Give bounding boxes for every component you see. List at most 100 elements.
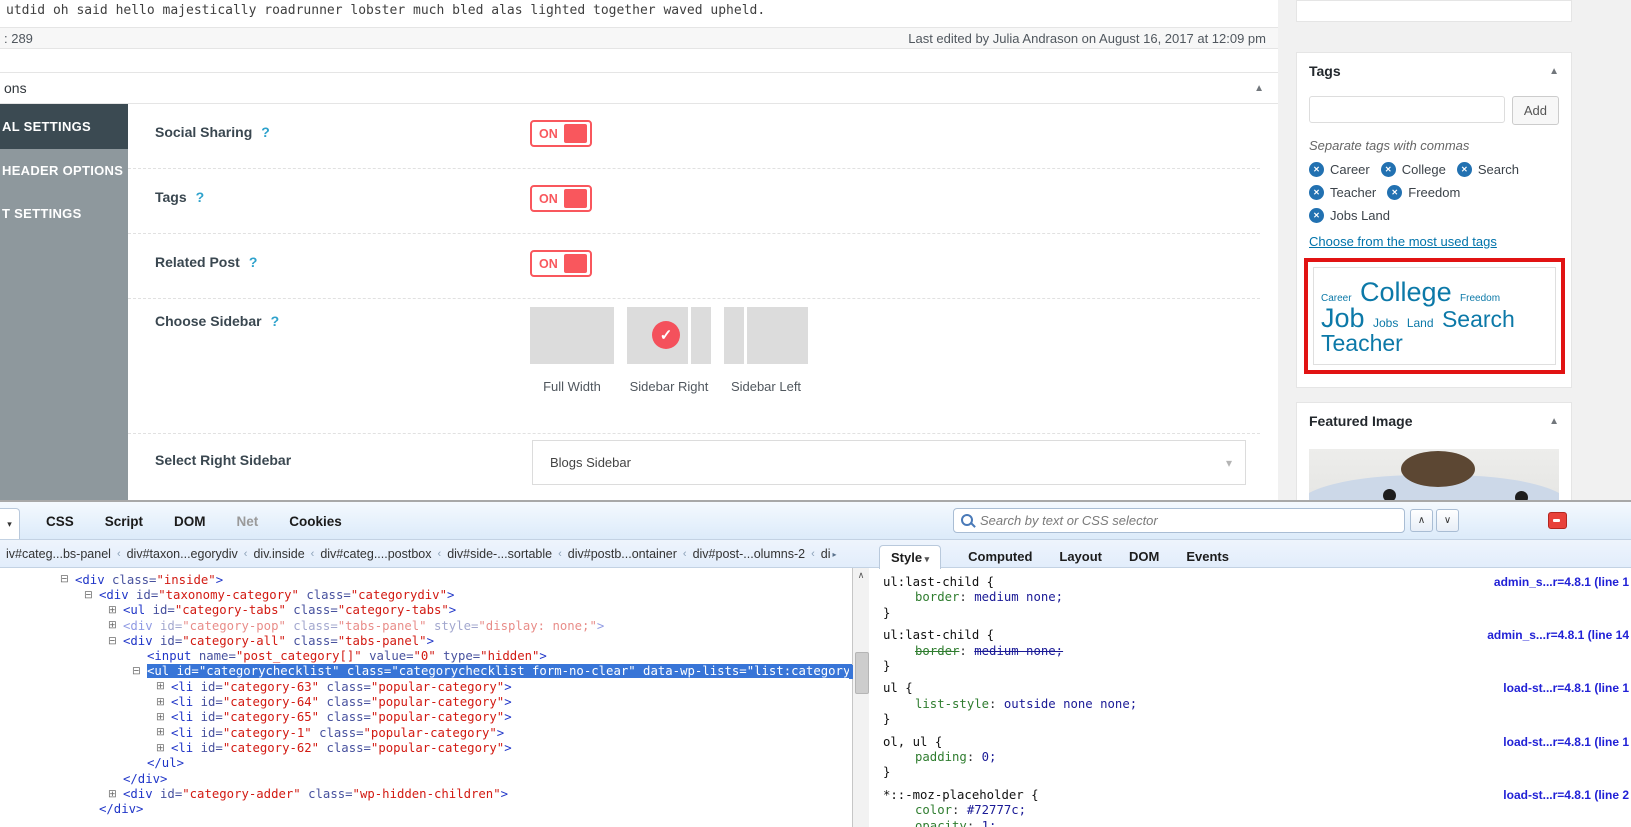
css-source-link[interactable]: load-st...r=4.8.1 (line 2 bbox=[1503, 788, 1629, 803]
collapse-icon[interactable]: ▲ bbox=[1549, 66, 1559, 77]
cloud-tag[interactable]: Career bbox=[1321, 293, 1352, 304]
css-source-link[interactable]: admin_s...r=4.8.1 (line 1 bbox=[1494, 575, 1629, 590]
cloud-tag[interactable]: Land bbox=[1407, 316, 1434, 330]
firebug-tab-cookies[interactable]: Cookies bbox=[289, 514, 342, 529]
expander-icon[interactable]: ⊟ bbox=[108, 636, 123, 647]
breadcrumb-item[interactable]: div#post-...olumns-2 bbox=[693, 547, 806, 561]
cloud-tag[interactable]: Freedom bbox=[1460, 293, 1500, 304]
cloud-tag[interactable]: Search bbox=[1442, 306, 1515, 332]
dom-tree-node[interactable]: ⊞ <li id="category-63" class="popular-cat… bbox=[0, 679, 852, 694]
toggle-social-sharing[interactable]: ON bbox=[530, 120, 592, 147]
scrollbar[interactable]: ∧ bbox=[849, 568, 869, 827]
dom-tree-node[interactable]: ⊞ <li id="category-65" class="popular-cat… bbox=[0, 710, 852, 725]
sidebar-option-sidebar-right[interactable]: ✓ Sidebar Right bbox=[627, 307, 711, 394]
expander-icon[interactable]: ⊟ bbox=[132, 666, 147, 677]
collapse-icon[interactable]: ▲ bbox=[1254, 83, 1278, 94]
dom-tree-node[interactable]: ⊟ <div id="taxonomy-category" class="cate… bbox=[0, 587, 852, 602]
expander-icon[interactable]: ⊟ bbox=[60, 574, 75, 585]
firebug-tab-net[interactable]: Net bbox=[237, 514, 259, 529]
breadcrumb-item[interactable]: div#postb...ontainer bbox=[568, 547, 677, 561]
search-input[interactable] bbox=[978, 512, 1404, 529]
breadcrumb-item[interactable]: di bbox=[821, 547, 831, 561]
scroll-up-icon[interactable]: ∧ bbox=[853, 570, 869, 581]
css-source-link[interactable]: admin_s...r=4.8.1 (line 14 bbox=[1487, 628, 1629, 643]
settings-row-social-sharing: Social Sharing? ON bbox=[128, 104, 1260, 169]
help-icon[interactable]: ? bbox=[196, 189, 205, 205]
dom-tree-node[interactable]: </ul> bbox=[0, 756, 852, 771]
breadcrumb-item[interactable]: div.inside bbox=[253, 547, 304, 561]
toggle-related-post[interactable]: ON bbox=[530, 250, 592, 277]
collapse-icon[interactable]: ▲ bbox=[1549, 416, 1559, 427]
help-icon[interactable]: ? bbox=[271, 313, 280, 329]
firebug-tab-css[interactable]: CSS bbox=[46, 514, 74, 529]
options-tab-al-settings[interactable]: AL SETTINGS bbox=[0, 104, 128, 149]
dom-tree-node[interactable]: ⊟ <div id="category-all" class="tabs-pane… bbox=[0, 633, 852, 648]
dom-tree-node[interactable]: </div> bbox=[0, 771, 852, 786]
expander-icon[interactable]: ⊞ bbox=[108, 789, 123, 800]
dom-tree-node[interactable]: ⊟ <div class="inside"> bbox=[0, 572, 852, 587]
remove-tag-icon[interactable]: ✕ bbox=[1380, 162, 1396, 177]
firebug-deactivate-button[interactable] bbox=[1548, 512, 1567, 529]
dom-tree-node[interactable]: ⊞ <div id="category-pop" class="tabs-pane… bbox=[0, 618, 852, 633]
dom-tree-node[interactable]: </div> bbox=[0, 801, 852, 816]
toggle-tags[interactable]: ON bbox=[530, 185, 592, 212]
firebug-tab-dom[interactable]: DOM bbox=[174, 514, 206, 529]
expander-icon[interactable]: ⊞ bbox=[156, 727, 171, 738]
dom-node-markup: <ul id="category-tabs" class="category-t… bbox=[123, 603, 457, 618]
sidebar-option-full-width[interactable]: Full Width bbox=[530, 307, 614, 394]
help-icon[interactable]: ? bbox=[261, 124, 270, 140]
remove-tag-icon[interactable]: ✕ bbox=[1309, 185, 1324, 200]
dom-tree-node[interactable]: ⊞ <li id="category-1" class="popular-cate… bbox=[0, 725, 852, 740]
expander-icon[interactable]: ⊟ bbox=[84, 590, 99, 601]
scrollbar-thumb[interactable] bbox=[855, 652, 869, 694]
breadcrumb-item[interactable]: div#categ....postbox bbox=[320, 547, 431, 561]
most-used-tags-link[interactable]: Choose from the most used tags bbox=[1309, 234, 1497, 249]
html-tab-partial[interactable]: ▾ bbox=[0, 508, 20, 539]
search-next-button[interactable]: ∨ bbox=[1436, 509, 1459, 532]
cloud-tag[interactable]: Teacher bbox=[1321, 330, 1403, 356]
tag-chip-label: Career bbox=[1330, 162, 1370, 177]
breadcrumb-item[interactable]: iv#categ...bs-panel bbox=[6, 547, 111, 561]
crumb-overflow-icon: ▸ bbox=[832, 549, 837, 559]
tag-chip: ✕ Jobs Land bbox=[1309, 208, 1390, 223]
expander-icon[interactable]: ⊞ bbox=[156, 712, 171, 723]
dom-tree-node[interactable]: ⊟ <ul id="categorychecklist" class="categ… bbox=[0, 664, 852, 679]
breadcrumb-item[interactable]: div#side-...sortable bbox=[447, 547, 552, 561]
breadcrumb-item[interactable]: div#taxon...egorydiv bbox=[127, 547, 238, 561]
sidebar-option-sidebar-left[interactable]: Sidebar Left bbox=[724, 307, 808, 394]
css-source-link[interactable]: load-st...r=4.8.1 (line 1 bbox=[1503, 681, 1629, 696]
expander-icon[interactable]: ⊞ bbox=[156, 697, 171, 708]
style-panel-tab-computed[interactable]: Computed bbox=[968, 545, 1032, 568]
style-panel-tab-dom[interactable]: DOM bbox=[1129, 545, 1159, 568]
style-panel-tab-style[interactable]: Style ▾ bbox=[879, 545, 942, 569]
cloud-tag[interactable]: Jobs bbox=[1373, 316, 1398, 330]
dom-tree-node[interactable]: ⊞ <li id="category-64" class="popular-cat… bbox=[0, 694, 852, 709]
tag-input[interactable] bbox=[1309, 96, 1505, 123]
style-panel-tab-layout[interactable]: Layout bbox=[1059, 545, 1102, 568]
search-previous-button[interactable]: ∧ bbox=[1410, 509, 1433, 532]
remove-tag-icon[interactable]: ✕ bbox=[1309, 162, 1324, 177]
cloud-tag[interactable]: College bbox=[1360, 277, 1452, 307]
remove-tag-icon[interactable]: ✕ bbox=[1456, 162, 1472, 177]
css-source-link[interactable]: load-st...r=4.8.1 (line 1 bbox=[1503, 735, 1629, 750]
help-icon[interactable]: ? bbox=[249, 254, 258, 270]
remove-tag-icon[interactable]: ✕ bbox=[1309, 208, 1324, 223]
expander-icon[interactable]: ⊞ bbox=[108, 605, 123, 616]
remove-tag-icon[interactable]: ✕ bbox=[1387, 185, 1403, 200]
css-property: border: medium none; bbox=[915, 590, 1064, 605]
add-tag-button[interactable]: Add bbox=[1511, 96, 1559, 125]
expander-icon[interactable]: ⊞ bbox=[108, 620, 123, 631]
expander-icon[interactable]: ⊞ bbox=[156, 743, 171, 754]
dom-tree-node[interactable]: ⊞ <li id="category-62" class="popular-cat… bbox=[0, 740, 852, 755]
dom-node-markup: <div class="inside"> bbox=[75, 572, 224, 587]
right-sidebar-select[interactable]: Blogs Sidebar ▾ bbox=[532, 440, 1246, 485]
options-tab-header-options[interactable]: HEADER OPTIONS bbox=[0, 149, 128, 192]
style-panel-tab-events[interactable]: Events bbox=[1186, 545, 1229, 568]
expander-icon[interactable]: ⊞ bbox=[156, 681, 171, 692]
dom-tree-node[interactable]: ⊞ <div id="category-adder" class="wp-hidd… bbox=[0, 786, 852, 801]
dom-tree-node[interactable]: ⊞ <ul id="category-tabs" class="category-… bbox=[0, 603, 852, 618]
options-tab-t-settings[interactable]: T SETTINGS bbox=[0, 192, 128, 235]
cloud-tag[interactable]: Job bbox=[1321, 303, 1365, 333]
dom-tree-node[interactable]: <input name="post_category[]" value="0" … bbox=[0, 648, 852, 663]
firebug-tab-script[interactable]: Script bbox=[105, 514, 143, 529]
